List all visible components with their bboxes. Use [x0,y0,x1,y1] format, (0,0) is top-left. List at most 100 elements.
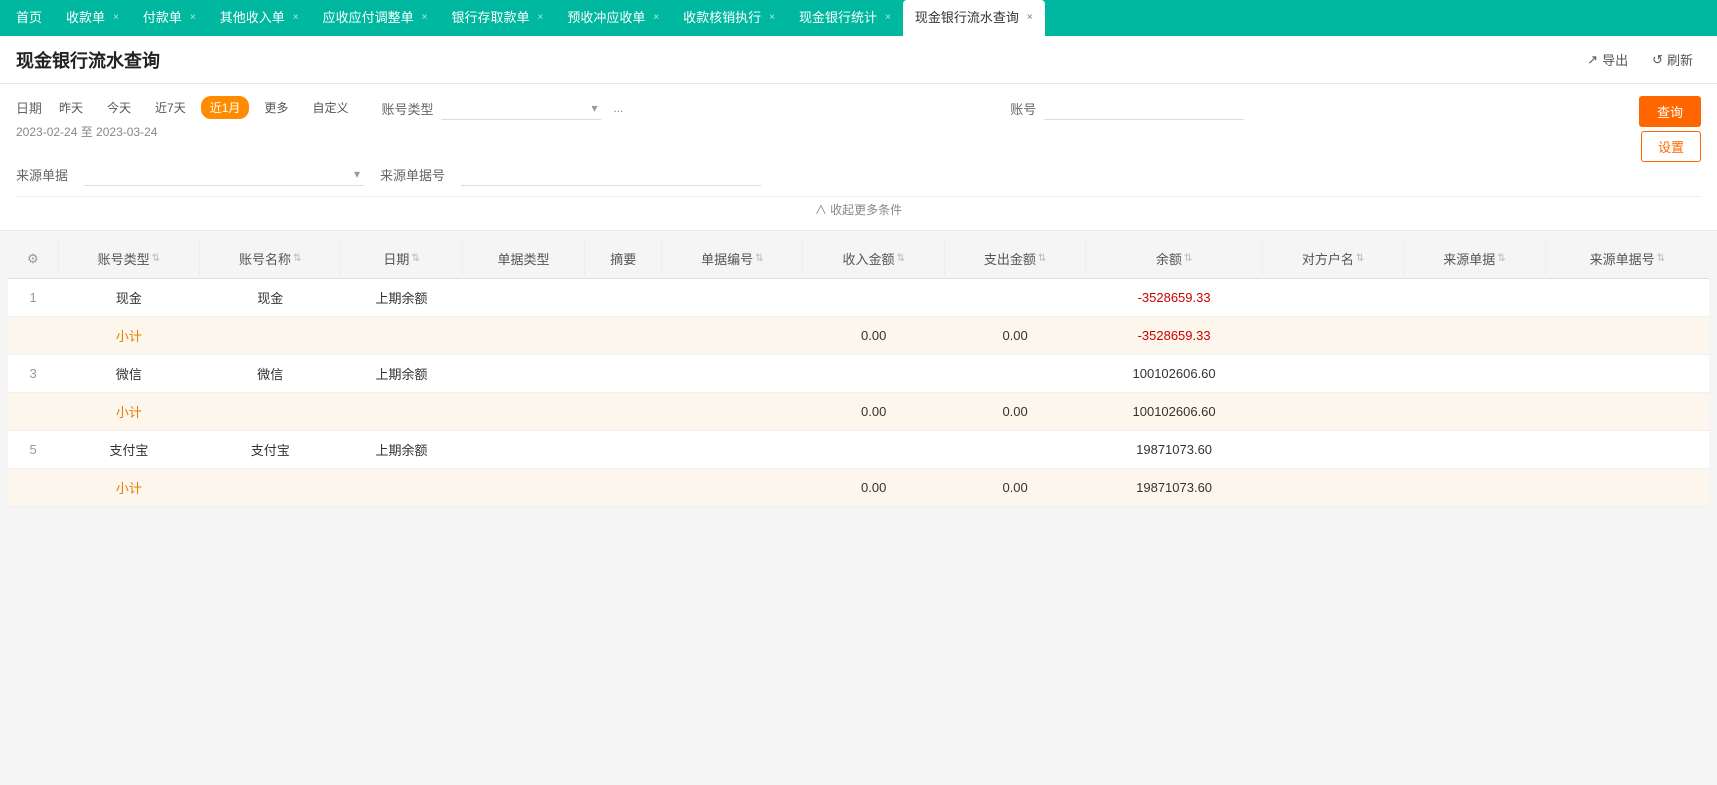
table-cell [1262,279,1403,317]
col-source-doc-no[interactable]: 来源单据号⇅ [1545,239,1709,279]
col-counterparty[interactable]: 对方户名⇅ [1262,239,1403,279]
table-cell: 100102606.60 [1086,355,1263,393]
table-cell [200,393,341,431]
table-cell [1262,317,1403,355]
table-cell [8,393,58,431]
table-cell: 小计 [58,393,199,431]
col-source-doc[interactable]: 来源单据⇅ [1404,239,1545,279]
table-cell: 100102606.60 [1086,393,1263,431]
nav-home[interactable]: 首页 [4,0,54,36]
source-doc-num-input[interactable] [461,162,761,186]
nav-close-bank-stats[interactable]: × [885,0,891,36]
nav-close-ar-ap[interactable]: × [422,0,428,36]
table-cell [1545,393,1709,431]
col-doc-no[interactable]: 单据编号⇅ [662,239,803,279]
table-cell [1545,279,1709,317]
col-expense[interactable]: 支出金额⇅ [944,239,1085,279]
table-cell [341,469,462,507]
nav-verify-exec[interactable]: 收款核销执行 × [671,0,787,36]
table-cell: -3528659.33 [1086,279,1263,317]
table-row: 小计0.000.0019871073.60 [8,469,1709,507]
table-cell [1545,355,1709,393]
account-type-more[interactable]: ... [613,101,623,115]
date-yesterday[interactable]: 昨天 [50,96,92,119]
nav-pre-collect[interactable]: 预收冲应收单 × [555,0,671,36]
col-summary: 摘要 [585,239,662,279]
table-cell [662,393,803,431]
table-cell [1262,393,1403,431]
nav-bank-flow[interactable]: 现金银行流水查询 × [903,0,1045,36]
col-gear: ⚙ [8,239,58,279]
nav-close-receipt[interactable]: × [113,0,119,36]
nav-receipt[interactable]: 收款单 × [54,0,131,36]
col-account-name[interactable]: 账号名称⇅ [200,239,341,279]
account-type-block: 账号类型 ... [381,96,986,120]
date-filter-block: 日期 昨天 今天 近7天 近1月 更多 自定义 2023-02-24 至 202… [16,96,357,140]
table-cell [1545,431,1709,469]
table-cell [1262,355,1403,393]
filter-second-row: 来源单据 来源单据号 [16,162,1701,186]
account-type-label: 账号类型 [381,99,433,118]
table-cell [462,469,585,507]
table-cell: 0.00 [803,393,944,431]
export-icon: ↗ [1587,52,1598,68]
col-account-type[interactable]: 账号类型⇅ [58,239,199,279]
table-cell [944,431,1085,469]
table-cell: 0.00 [944,317,1085,355]
table-cell [803,431,944,469]
table-container: ⚙ 账号类型⇅ 账号名称⇅ 日期⇅ 单据类型 摘要 单据编号⇅ 收入金额⇅ [8,239,1709,507]
nav-close-bank-deposit[interactable]: × [537,0,543,36]
table-cell: 上期余额 [341,355,462,393]
table-cell [8,317,58,355]
table-cell: 现金 [58,279,199,317]
date-1month[interactable]: 近1月 [201,96,250,119]
nav-bank-stats[interactable]: 现金银行统计 × [787,0,903,36]
col-income[interactable]: 收入金额⇅ [803,239,944,279]
nav-close-other-income[interactable]: × [293,0,299,36]
table-cell: 上期余额 [341,279,462,317]
table-cell [1262,469,1403,507]
table-cell [1404,431,1545,469]
table-cell [1404,393,1545,431]
table-cell [462,431,585,469]
table-cell: 支付宝 [58,431,199,469]
nav-close-bank-flow[interactable]: × [1027,0,1033,36]
date-more[interactable]: 更多 [255,96,297,119]
table-cell: -3528659.33 [1086,317,1263,355]
date-label: 日期 [16,98,42,117]
table-cell: 0.00 [944,393,1085,431]
page-title: 现金银行流水查询 [16,47,160,73]
date-custom[interactable]: 自定义 [303,96,357,119]
query-button[interactable]: 查询 [1639,96,1701,127]
table-cell: 0.00 [803,317,944,355]
table-cell [1545,317,1709,355]
nav-other-income[interactable]: 其他收入单 × [208,0,311,36]
table-cell: 5 [8,431,58,469]
account-input[interactable] [1044,96,1244,120]
col-date[interactable]: 日期⇅ [341,239,462,279]
nav-close-pre-collect[interactable]: × [653,0,659,36]
nav-bank-deposit[interactable]: 银行存取款单 × [439,0,555,36]
table-cell: 3 [8,355,58,393]
table-cell: 现金 [200,279,341,317]
header-actions: ↗ 导出 ↺ 刷新 [1579,46,1701,73]
account-type-select-wrapper [441,96,601,120]
nav-close-verify-exec[interactable]: × [769,0,775,36]
nav-payment[interactable]: 付款单 × [131,0,208,36]
date-today[interactable]: 今天 [98,96,140,119]
table-cell: 微信 [200,355,341,393]
table-body: 1现金现金上期余额-3528659.33小计0.000.00-3528659.3… [8,279,1709,507]
export-button[interactable]: ↗ 导出 [1579,46,1636,73]
table-cell [944,355,1085,393]
account-type-select[interactable] [441,96,601,120]
table-cell [662,279,803,317]
col-balance[interactable]: 余额⇅ [1086,239,1263,279]
date-7days[interactable]: 近7天 [146,96,195,119]
nav-close-payment[interactable]: × [190,0,196,36]
settings-button[interactable]: 设置 [1641,131,1701,162]
collapse-button[interactable]: ∧ 收起更多条件 [16,196,1701,222]
nav-ar-ap-adjust[interactable]: 应收应付调整单 × [311,0,440,36]
source-doc-select[interactable] [84,162,364,186]
refresh-button[interactable]: ↺ 刷新 [1644,46,1701,73]
gear-icon[interactable]: ⚙ [27,251,39,266]
